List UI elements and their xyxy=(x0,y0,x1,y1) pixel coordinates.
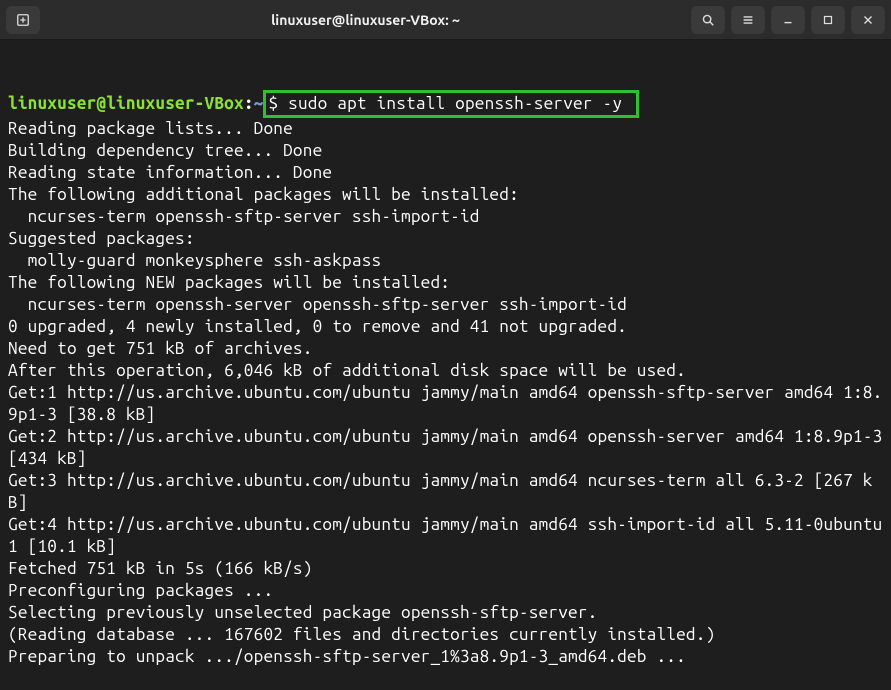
output-line: ncurses-term openssh-server openssh-sftp… xyxy=(8,294,883,316)
output-line: Building dependency tree... Done xyxy=(8,140,883,162)
output-line: ncurses-term openssh-sftp-server ssh-imp… xyxy=(8,206,883,228)
output-line: Reading package lists... Done xyxy=(8,118,883,140)
output-line: Get:1 http://us.archive.ubuntu.com/ubunt… xyxy=(8,382,883,426)
prompt-line: linuxuser@linuxuser-VBox:~$ sudo apt ins… xyxy=(8,90,883,118)
prompt-user-host: linuxuser@linuxuser-VBox xyxy=(8,94,244,113)
command-highlight-box: $ sudo apt install openssh-server -y xyxy=(263,90,639,118)
search-button[interactable] xyxy=(691,6,725,34)
output-line: Suggested packages: xyxy=(8,228,883,250)
output-line: Preparing to unpack .../openssh-sftp-ser… xyxy=(8,646,883,668)
output-line: (Reading database ... 167602 files and d… xyxy=(8,624,883,646)
window-title: linuxuser@linuxuser-VBox: ~ xyxy=(46,12,685,28)
output-line: The following NEW packages will be insta… xyxy=(8,272,883,294)
output-line: Selecting previously unselected package … xyxy=(8,602,883,624)
terminal-area[interactable]: linuxuser@linuxuser-VBox:~$ sudo apt ins… xyxy=(0,40,891,690)
maximize-button[interactable] xyxy=(811,6,845,34)
output-line: Preconfiguring packages ... xyxy=(8,580,883,602)
output-line: Get:4 http://us.archive.ubuntu.com/ubunt… xyxy=(8,514,883,558)
output-line: 0 upgraded, 4 newly installed, 0 to remo… xyxy=(8,316,883,338)
menu-button[interactable] xyxy=(731,6,765,34)
output-line: After this operation, 6,046 kB of additi… xyxy=(8,360,883,382)
output-line: Reading state information... Done xyxy=(8,162,883,184)
minimize-button[interactable] xyxy=(771,6,805,34)
output-line: Get:3 http://us.archive.ubuntu.com/ubunt… xyxy=(8,470,883,514)
output-line: molly-guard monkeysphere ssh-askpass xyxy=(8,250,883,272)
new-tab-button[interactable] xyxy=(6,6,40,34)
output-line: Fetched 751 kB in 5s (166 kB/s) xyxy=(8,558,883,580)
output-line: Get:2 http://us.archive.ubuntu.com/ubunt… xyxy=(8,426,883,470)
terminal-output: Reading package lists... DoneBuilding de… xyxy=(8,118,883,668)
output-line: Need to get 751 kB of archives. xyxy=(8,338,883,360)
prompt-path: ~ xyxy=(254,94,264,113)
window-titlebar: linuxuser@linuxuser-VBox: ~ xyxy=(0,0,891,40)
prompt-symbol: $ xyxy=(268,94,278,113)
close-button[interactable] xyxy=(851,6,885,34)
output-line: The following additional packages will b… xyxy=(8,184,883,206)
command-text: sudo apt install openssh-server -y xyxy=(278,94,632,113)
